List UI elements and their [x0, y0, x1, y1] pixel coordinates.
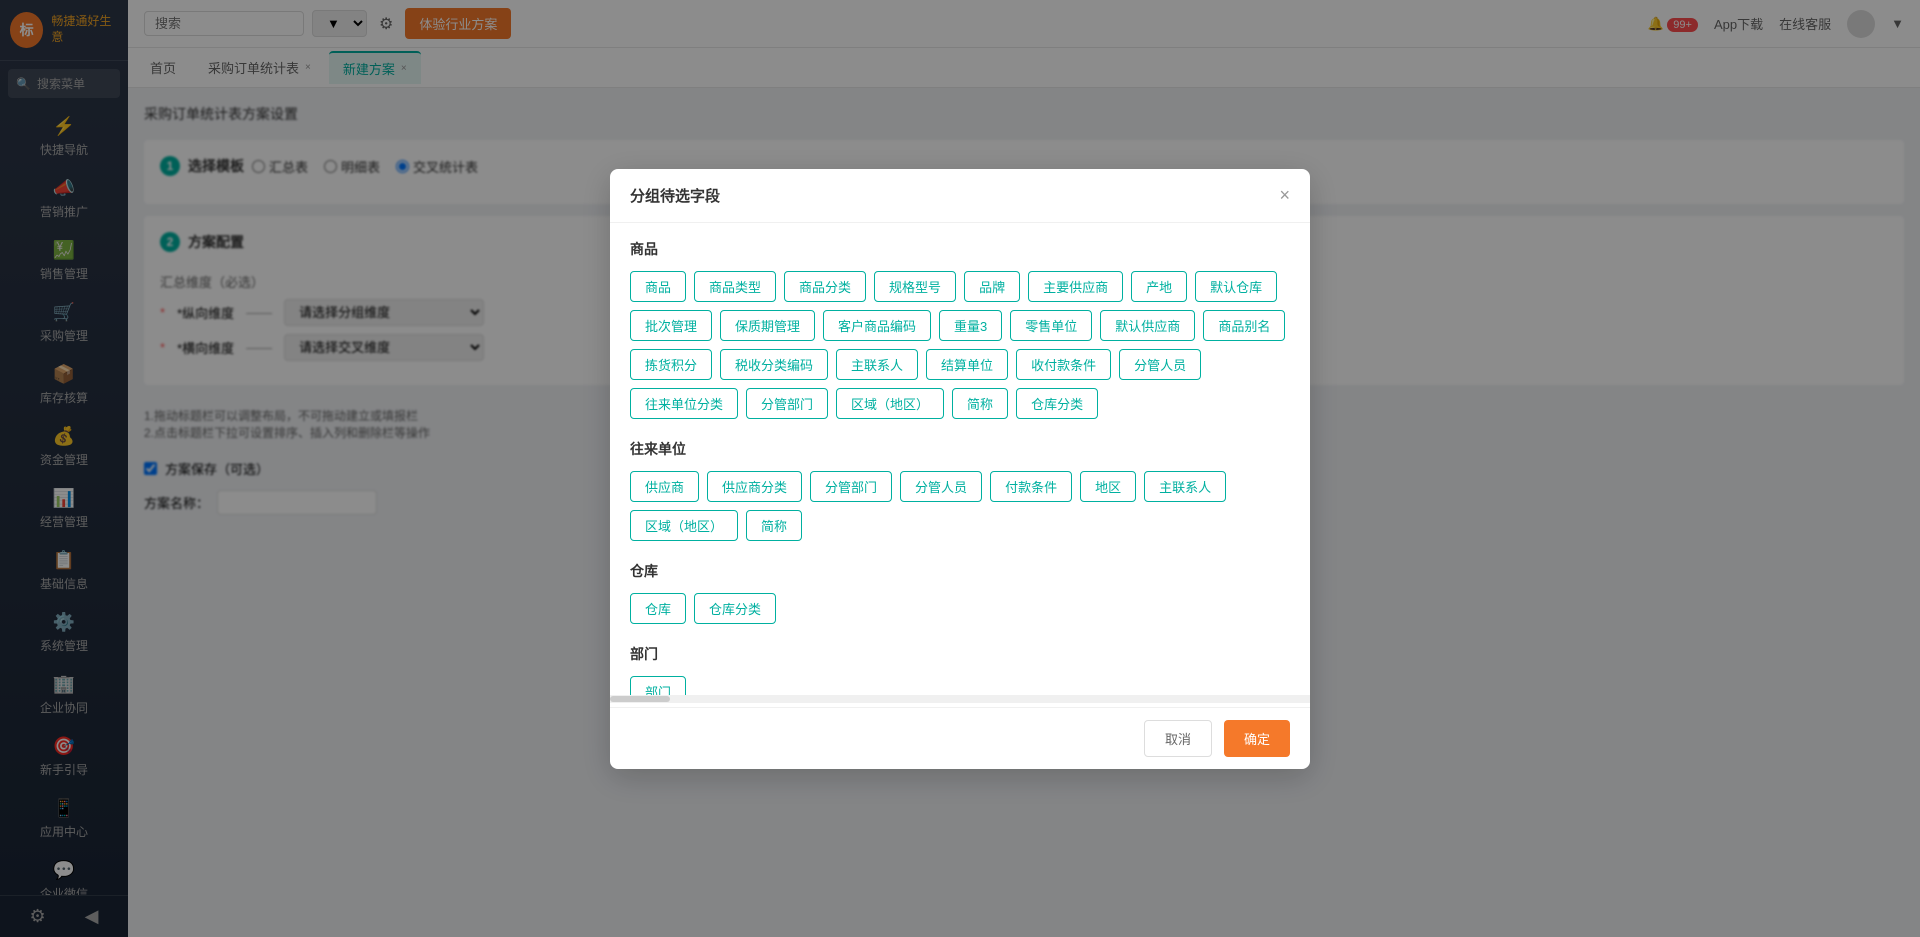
field-tag[interactable]: 规格型号 [874, 271, 956, 302]
field-tag[interactable]: 主联系人 [1144, 471, 1226, 502]
field-tag[interactable]: 供应商分类 [707, 471, 802, 502]
field-tag[interactable]: 客户商品编码 [823, 310, 931, 341]
field-tag[interactable]: 主要供应商 [1028, 271, 1123, 302]
field-tag[interactable]: 主联系人 [836, 349, 918, 380]
field-tag[interactable]: 结算单位 [926, 349, 1008, 380]
modal-header: 分组待选字段 × [610, 169, 1310, 223]
modal-hscrollbar[interactable] [610, 695, 1310, 703]
field-tag[interactable]: 地区 [1080, 471, 1136, 502]
modal: 分组待选字段 × 商品商品商品类型商品分类规格型号品牌主要供应商产地默认仓库批次… [610, 169, 1310, 769]
field-tag[interactable]: 产地 [1131, 271, 1187, 302]
field-tag[interactable]: 分管人员 [900, 471, 982, 502]
modal-section-title-product: 商品 [630, 239, 1290, 259]
modal-section-department: 部门部门 [630, 644, 1290, 695]
modal-section-title-department: 部门 [630, 644, 1290, 664]
field-tag[interactable]: 重量3 [939, 310, 1002, 341]
field-tag[interactable]: 默认供应商 [1100, 310, 1195, 341]
modal-title: 分组待选字段 [630, 185, 720, 206]
modal-close-button[interactable]: × [1279, 185, 1290, 206]
modal-section-tags-warehouse: 仓库仓库分类 [630, 593, 1290, 624]
modal-section-tags-product: 商品商品类型商品分类规格型号品牌主要供应商产地默认仓库批次管理保质期管理客户商品… [630, 271, 1290, 419]
modal-body: 商品商品商品类型商品分类规格型号品牌主要供应商产地默认仓库批次管理保质期管理客户… [610, 223, 1310, 695]
field-tag[interactable]: 仓库分类 [1016, 388, 1098, 419]
modal-hscroll-thumb[interactable] [610, 696, 670, 702]
field-tag[interactable]: 批次管理 [630, 310, 712, 341]
field-tag[interactable]: 保质期管理 [720, 310, 815, 341]
field-tag[interactable]: 商品 [630, 271, 686, 302]
field-tag[interactable]: 商品分类 [784, 271, 866, 302]
modal-section-title-partner: 往来单位 [630, 439, 1290, 459]
modal-section-tags-partner: 供应商供应商分类分管部门分管人员付款条件地区主联系人区域（地区） 简称 [630, 471, 1290, 541]
field-tag[interactable]: 商品类型 [694, 271, 776, 302]
field-tag[interactable]: 收付款条件 [1016, 349, 1111, 380]
field-tag[interactable]: 拣货积分 [630, 349, 712, 380]
field-tag[interactable]: 区域（地区） [836, 388, 944, 419]
field-tag[interactable]: 供应商 [630, 471, 699, 502]
field-tag[interactable]: 商品别名 [1203, 310, 1285, 341]
field-tag[interactable]: 区域（地区） [630, 510, 738, 541]
field-tag[interactable]: 付款条件 [990, 471, 1072, 502]
field-tag[interactable]: 分管部门 [746, 388, 828, 419]
modal-section-title-warehouse: 仓库 [630, 561, 1290, 581]
field-tag[interactable]: 零售单位 [1010, 310, 1092, 341]
field-tag[interactable]: 分管人员 [1119, 349, 1201, 380]
field-tag[interactable]: 分管部门 [810, 471, 892, 502]
field-tag[interactable]: 仓库分类 [694, 593, 776, 624]
field-tag[interactable]: 简称 [746, 510, 802, 541]
field-tag[interactable]: 品牌 [964, 271, 1020, 302]
modal-section-product: 商品商品商品类型商品分类规格型号品牌主要供应商产地默认仓库批次管理保质期管理客户… [630, 239, 1290, 419]
modal-confirm-button[interactable]: 确定 [1224, 720, 1290, 757]
modal-section-warehouse: 仓库仓库仓库分类 [630, 561, 1290, 624]
modal-section-tags-department: 部门 [630, 676, 1290, 695]
modal-section-partner: 往来单位供应商供应商分类分管部门分管人员付款条件地区主联系人区域（地区） 简称 [630, 439, 1290, 541]
field-tag[interactable]: 简称 [952, 388, 1008, 419]
field-tag[interactable]: 税收分类编码 [720, 349, 828, 380]
field-tag[interactable]: 部门 [630, 676, 686, 695]
modal-footer: 取消 确定 [610, 707, 1310, 769]
modal-cancel-button[interactable]: 取消 [1144, 720, 1212, 757]
field-tag[interactable]: 仓库 [630, 593, 686, 624]
field-tag[interactable]: 默认仓库 [1195, 271, 1277, 302]
field-tag[interactable]: 往来单位分类 [630, 388, 738, 419]
